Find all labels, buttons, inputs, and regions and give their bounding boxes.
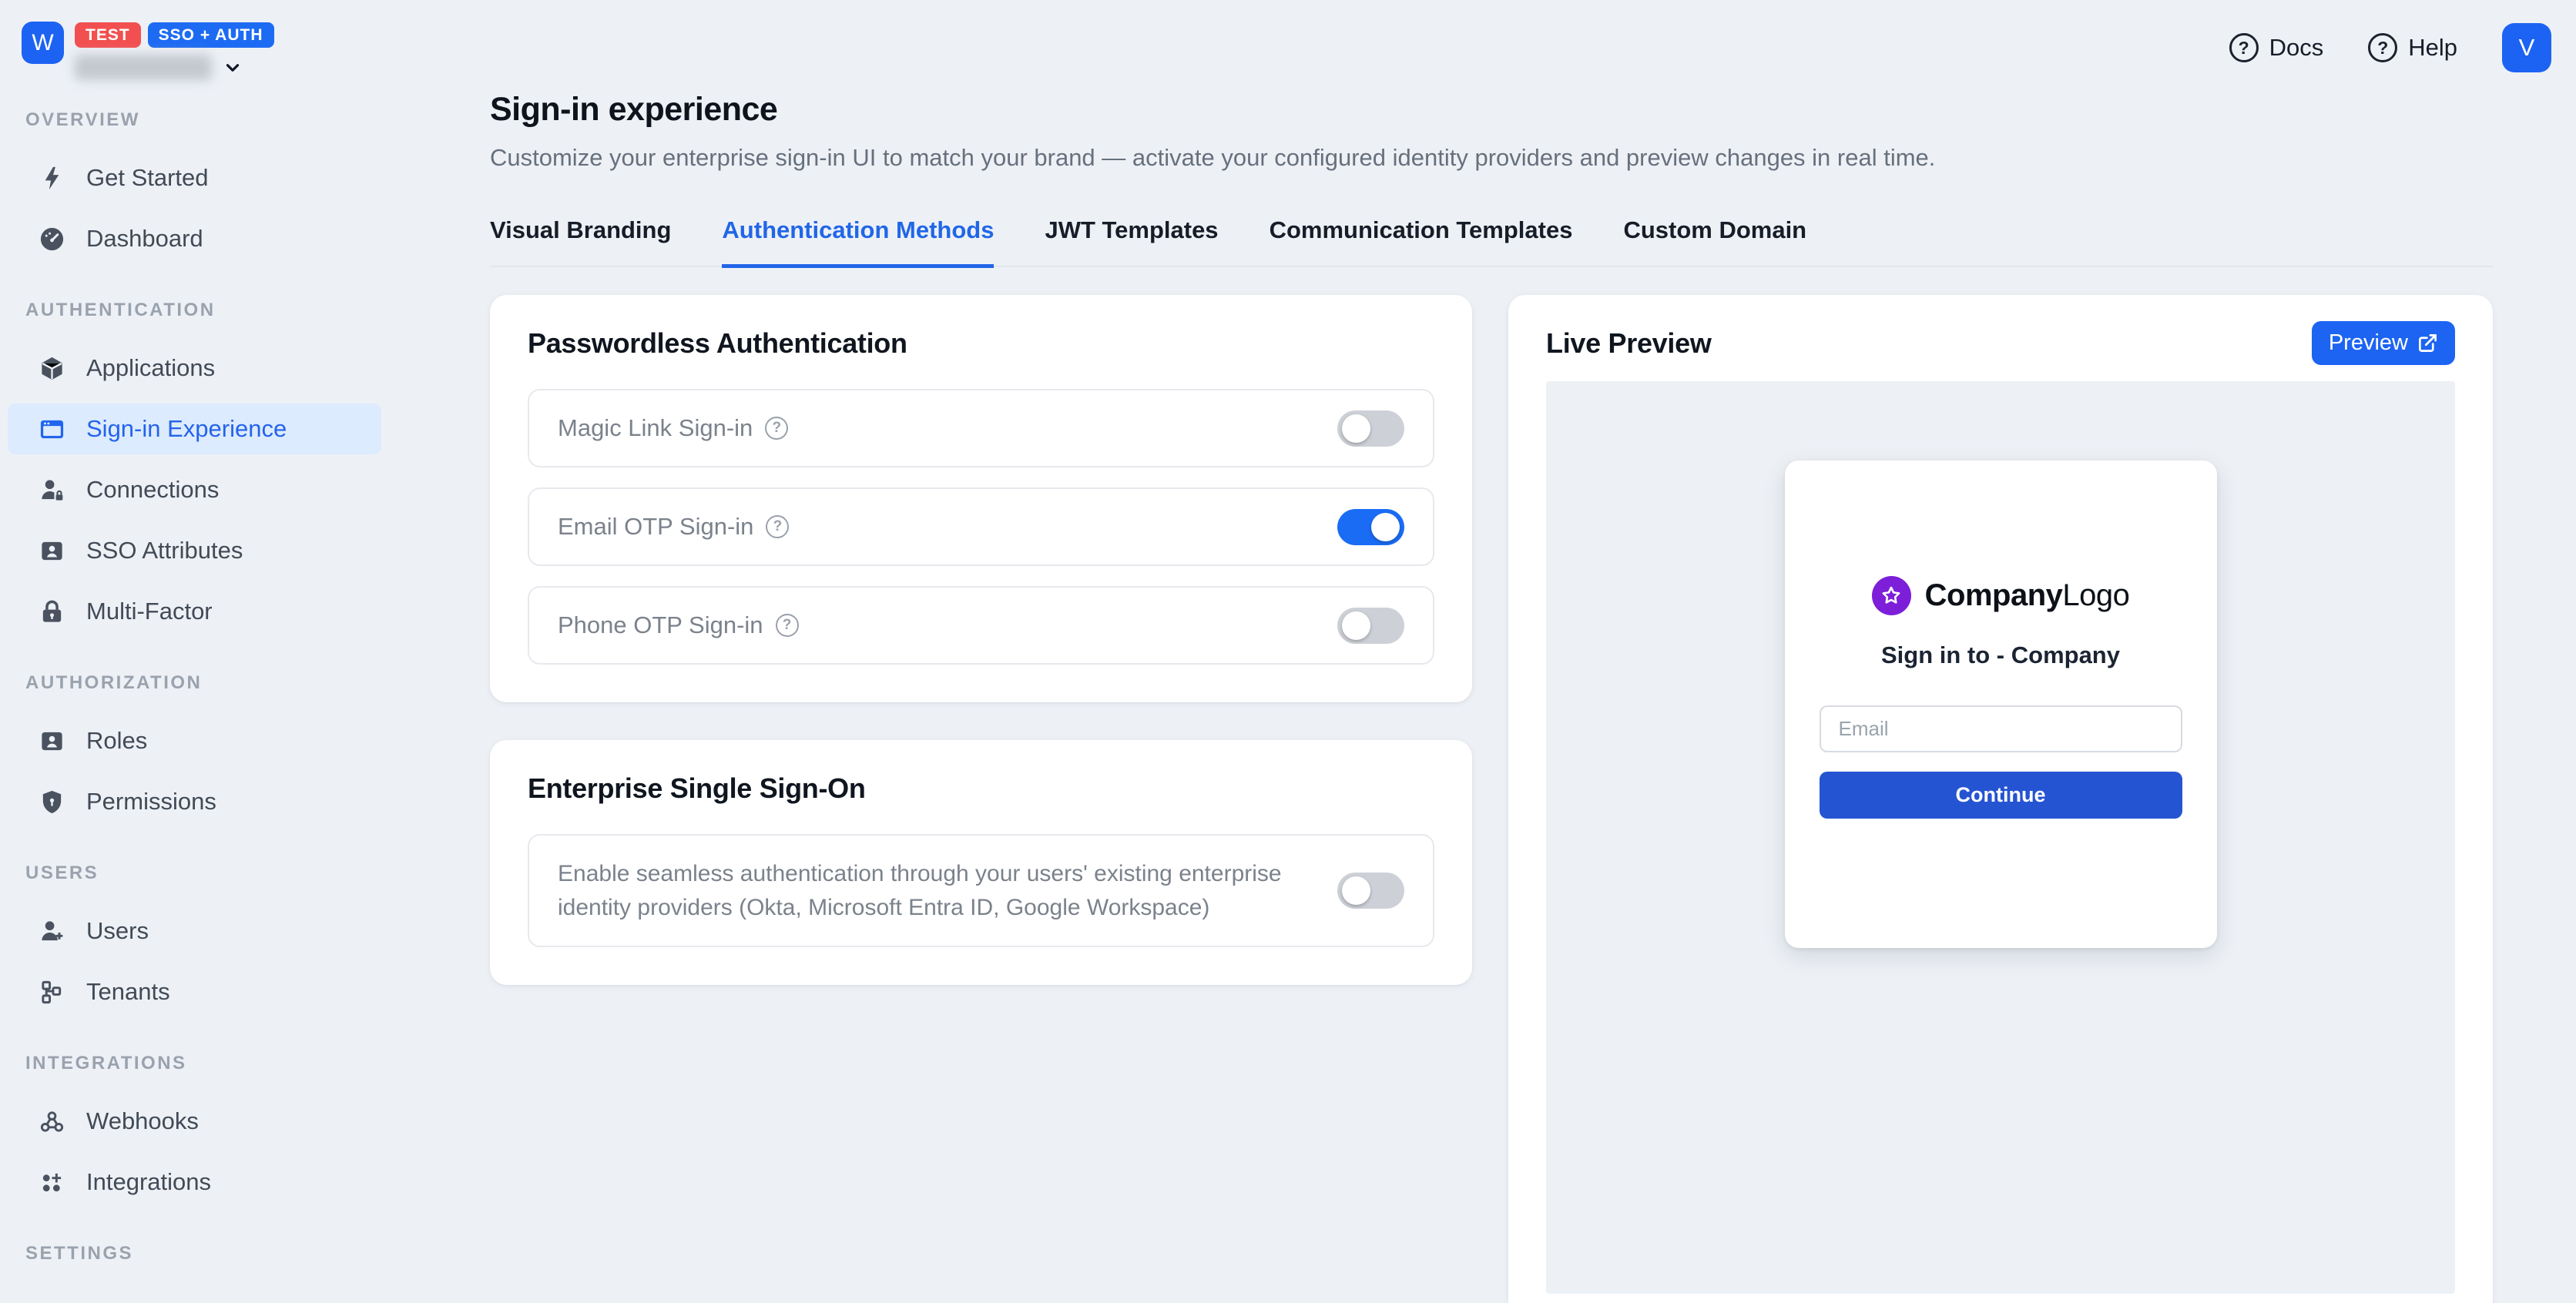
company-logo-text: CompanyLogo	[1925, 578, 2130, 613]
workspace-switcher[interactable]: W TEST SSO + AUTH	[0, 22, 389, 80]
sidebar-item-label: SSO Attributes	[86, 537, 243, 564]
user-avatar[interactable]: V	[2502, 23, 2551, 72]
enterprise-sso-card: Enterprise Single Sign-On Enable seamles…	[490, 740, 1472, 985]
preview-button-label: Preview	[2329, 330, 2408, 356]
sidebar-item-dashboard[interactable]: Dashboard	[8, 213, 381, 264]
tab-jwt-templates[interactable]: JWT Templates	[1045, 216, 1218, 268]
workspace-logo: W	[22, 22, 64, 64]
help-circle-icon[interactable]	[776, 614, 799, 637]
live-preview-card: Live Preview Preview CompanyLogo	[1508, 295, 2493, 1303]
test-badge: TEST	[75, 22, 141, 48]
enterprise-sso-title: Enterprise Single Sign-On	[528, 772, 1434, 805]
enterprise-sso-row: Enable seamless authentication through y…	[528, 834, 1434, 947]
sidebar-item-label: Connections	[86, 476, 219, 504]
company-logo-light: Logo	[2062, 578, 2129, 612]
cube-icon	[39, 355, 65, 382]
sidebar: W TEST SSO + AUTH OVERVIEW Get Started D…	[0, 0, 389, 1303]
lightning-icon	[39, 165, 65, 192]
tab-communication-templates[interactable]: Communication Templates	[1270, 216, 1573, 268]
page-subtitle: Customize your enterprise sign-in UI to …	[490, 144, 2493, 172]
section-label-overview: OVERVIEW	[25, 109, 389, 131]
phone-otp-label: Phone OTP Sign-in	[558, 611, 763, 639]
org-tree-icon	[39, 979, 65, 1006]
sidebar-item-label: Dashboard	[86, 225, 203, 253]
sidebar-item-label: Roles	[86, 727, 147, 755]
sidebar-item-integrations[interactable]: Integrations	[8, 1157, 381, 1208]
shield-keyhole-icon	[39, 789, 65, 816]
enterprise-sso-toggle[interactable]	[1337, 873, 1404, 909]
signin-preview-card: CompanyLogo Sign in to - Company Continu…	[1785, 461, 2217, 948]
enterprise-sso-description: Enable seamless authentication through y…	[558, 836, 1282, 946]
company-logo-bold: Company	[1925, 578, 2063, 612]
tab-authentication-methods[interactable]: Authentication Methods	[722, 216, 994, 268]
section-label-integrations: INTEGRATIONS	[25, 1053, 389, 1074]
browser-window-icon	[39, 416, 65, 443]
sidebar-item-label: Permissions	[86, 788, 216, 816]
preview-button[interactable]: Preview	[2312, 321, 2455, 365]
main-content: Sign-in experience Customize your enterp…	[490, 0, 2493, 1303]
live-preview-title: Live Preview	[1546, 327, 1712, 360]
magic-link-label: Magic Link Sign-in	[558, 414, 753, 442]
tab-bar: Visual Branding Authentication Methods J…	[490, 216, 2493, 267]
sidebar-item-permissions[interactable]: Permissions	[8, 776, 381, 827]
sidebar-item-label: Users	[86, 917, 149, 945]
id-card-icon	[39, 728, 65, 755]
webhook-icon	[39, 1108, 65, 1135]
sidebar-item-label: Sign-in Experience	[86, 415, 287, 443]
gauge-icon	[39, 226, 65, 253]
help-circle-icon[interactable]	[765, 417, 788, 440]
passwordless-title: Passwordless Authentication	[528, 327, 1434, 360]
phone-otp-row: Phone OTP Sign-in	[528, 586, 1434, 665]
sidebar-item-multi-factor[interactable]: Multi-Factor	[8, 586, 381, 637]
continue-button[interactable]: Continue	[1820, 772, 2182, 819]
sidebar-item-applications[interactable]: Applications	[8, 343, 381, 394]
apps-plus-icon	[39, 1169, 65, 1196]
email-otp-label: Email OTP Sign-in	[558, 513, 753, 541]
sidebar-item-connections[interactable]: Connections	[8, 464, 381, 515]
email-input[interactable]	[1820, 705, 2182, 752]
id-card-icon	[39, 538, 65, 564]
sidebar-item-roles[interactable]: Roles	[8, 715, 381, 766]
sidebar-item-label: Tenants	[86, 978, 170, 1006]
sidebar-item-label: Get Started	[86, 164, 209, 192]
page-title: Sign-in experience	[490, 91, 2493, 129]
sidebar-item-get-started[interactable]: Get Started	[8, 152, 381, 203]
section-label-settings: SETTINGS	[25, 1243, 389, 1264]
section-label-users: USERS	[25, 863, 389, 884]
sidebar-item-label: Integrations	[86, 1168, 211, 1196]
workspace-name-redacted	[75, 55, 212, 80]
phone-otp-toggle[interactable]	[1337, 608, 1404, 644]
user-lock-icon	[39, 477, 65, 504]
tab-custom-domain[interactable]: Custom Domain	[1623, 216, 1806, 268]
signin-heading: Sign in to - Company	[1881, 641, 2120, 669]
email-otp-toggle[interactable]	[1337, 509, 1404, 545]
tab-visual-branding[interactable]: Visual Branding	[490, 216, 671, 268]
magic-link-row: Magic Link Sign-in	[528, 389, 1434, 467]
help-circle-icon[interactable]	[766, 515, 789, 538]
sidebar-item-sso-attributes[interactable]: SSO Attributes	[8, 525, 381, 576]
star-icon	[1872, 576, 1911, 615]
magic-link-toggle[interactable]	[1337, 410, 1404, 447]
sidebar-item-sign-in-experience[interactable]: Sign-in Experience	[8, 404, 381, 454]
section-label-authorization: AUTHORIZATION	[25, 672, 389, 694]
email-otp-row: Email OTP Sign-in	[528, 487, 1434, 566]
sidebar-item-label: Applications	[86, 354, 215, 382]
lock-icon	[39, 598, 65, 625]
chevron-down-icon[interactable]	[223, 58, 243, 78]
sso-auth-badge: SSO + AUTH	[148, 22, 274, 48]
sidebar-item-label: Webhooks	[86, 1107, 199, 1135]
preview-stage: CompanyLogo Sign in to - Company Continu…	[1546, 381, 2455, 1294]
external-link-icon	[2417, 333, 2438, 353]
passwordless-authentication-card: Passwordless Authentication Magic Link S…	[490, 295, 1472, 702]
sidebar-item-tenants[interactable]: Tenants	[8, 966, 381, 1017]
sidebar-item-label: Multi-Factor	[86, 598, 213, 625]
user-plus-icon	[39, 918, 65, 945]
sidebar-item-users[interactable]: Users	[8, 906, 381, 956]
sidebar-item-webhooks[interactable]: Webhooks	[8, 1096, 381, 1147]
section-label-authentication: AUTHENTICATION	[25, 300, 389, 321]
sidebar-nav: OVERVIEW Get Started Dashboard AUTHENTIC…	[0, 109, 389, 1264]
